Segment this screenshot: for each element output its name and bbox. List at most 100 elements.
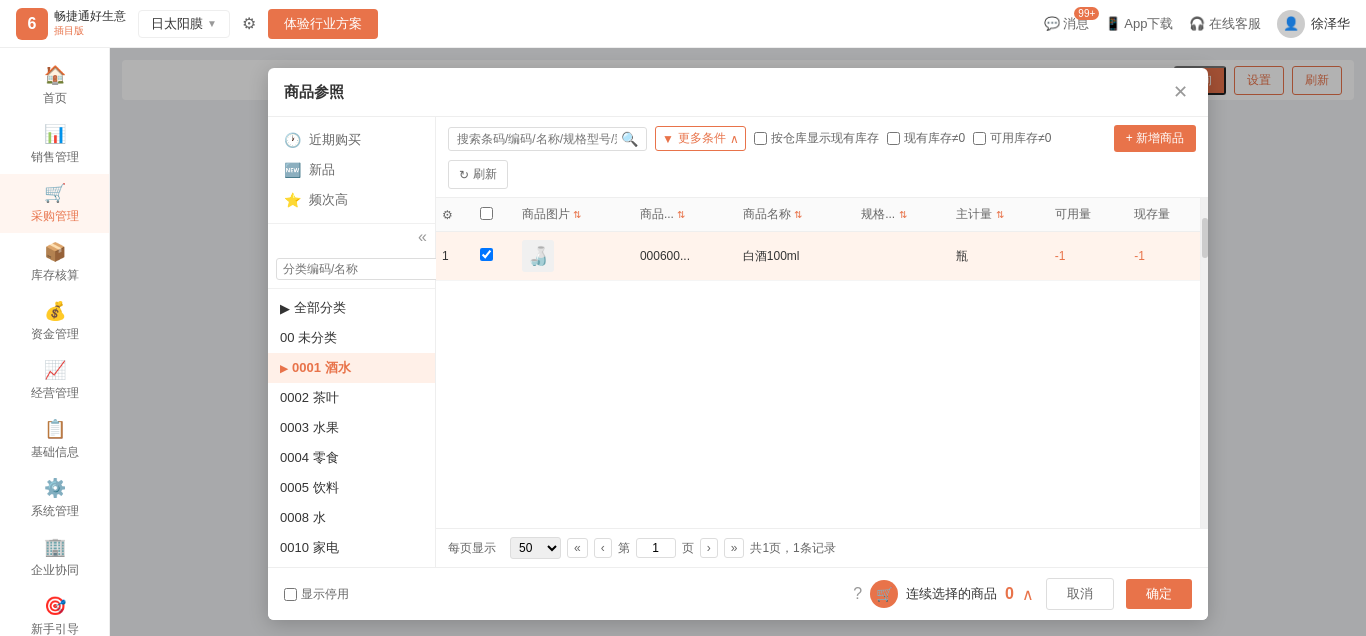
category-item-wine[interactable]: ▶ 0001 酒水	[268, 353, 435, 383]
col-spec-header: 规格... ⇅	[855, 198, 950, 232]
category-search-input[interactable]	[276, 258, 440, 280]
gear-icon[interactable]: ⚙	[242, 14, 256, 33]
cat-label-drinks: 0005 饮料	[280, 479, 339, 497]
non-zero-stock-filter[interactable]: 现有库存≠0	[887, 130, 965, 147]
sidebar-item-enterprise[interactable]: 🏢 企业协同	[0, 528, 109, 587]
prev-page-button[interactable]: ‹	[594, 538, 612, 558]
refresh-label: 刷新	[473, 166, 497, 183]
column-settings-icon[interactable]: ⚙	[442, 208, 453, 222]
user-menu[interactable]: 👤 徐泽华	[1277, 10, 1350, 38]
product-search-icon[interactable]: 🔍	[621, 131, 638, 147]
available-stock-checkbox[interactable]	[973, 132, 986, 145]
cart-collapse-icon[interactable]: ∧	[1022, 585, 1034, 604]
category-list: ▶ 全部分类 00 未分类 ▶ 0001 酒水 0002 茶	[268, 289, 435, 567]
filter-icon: ▼	[662, 132, 674, 146]
non-zero-stock-checkbox[interactable]	[887, 132, 900, 145]
warehouse-stock-filter[interactable]: 按仓库显示现有库存	[754, 130, 879, 147]
message-button[interactable]: 💬 99+ 消息	[1044, 15, 1090, 33]
collapse-panel-icon[interactable]: «	[418, 228, 427, 246]
sidebar-item-home[interactable]: 🏠 首页	[0, 56, 109, 115]
app-download-button[interactable]: 📱 App下载	[1105, 15, 1173, 33]
category-item-drinks[interactable]: 0005 饮料	[268, 473, 435, 503]
logo-sub: 插目版	[54, 24, 126, 38]
warehouse-stock-label: 按仓库显示现有库存	[771, 130, 879, 147]
new-products-button[interactable]: 🆕 新品	[276, 155, 427, 185]
logo: 6 畅捷通好生意 插目版	[16, 8, 126, 40]
category-search-box: 🔍	[268, 250, 435, 289]
last-page-button[interactable]: »	[724, 538, 745, 558]
cat-label-fruit: 0003 水果	[280, 419, 339, 437]
help-icon[interactable]: ?	[853, 585, 862, 603]
page-suffix: 页	[682, 540, 694, 557]
logo-text: 畅捷通好生意	[54, 9, 126, 25]
row-stock-cell: -1	[1128, 232, 1208, 281]
select-all-checkbox[interactable]	[480, 207, 493, 220]
refresh-button[interactable]: ↻ 刷新	[448, 160, 508, 189]
first-page-button[interactable]: «	[567, 538, 588, 558]
table-row[interactable]: 1 🍶 000600... 白酒100ml	[436, 232, 1208, 281]
show-disabled-checkbox[interactable]	[284, 588, 297, 601]
sidebar-item-operation[interactable]: 📈 经营管理	[0, 351, 109, 410]
cart-icon[interactable]: 🛒	[870, 580, 898, 608]
product-thumbnail: 🍶	[522, 240, 554, 272]
sidebar-item-system[interactable]: ⚙️ 系统管理	[0, 469, 109, 528]
cat-label-wine: 0001 酒水	[292, 359, 351, 377]
sort-spec-icon[interactable]: ⇅	[899, 209, 907, 220]
page-number-input[interactable]	[636, 538, 676, 558]
add-product-button[interactable]: + 新增商品	[1114, 125, 1196, 152]
sidebar-label-basic: 基础信息	[31, 444, 79, 461]
modal-close-button[interactable]: ✕	[1168, 80, 1192, 104]
sort-unit-icon[interactable]: ⇅	[996, 209, 1004, 220]
scroll-thumb	[1202, 218, 1208, 258]
category-item-all[interactable]: ▶ 全部分类	[268, 293, 435, 323]
sidebar-item-finance[interactable]: 💰 资金管理	[0, 292, 109, 351]
confirm-button[interactable]: 确定	[1126, 579, 1192, 609]
experience-button[interactable]: 体验行业方案	[268, 9, 378, 39]
star-icon: ⭐	[284, 192, 301, 208]
next-page-button[interactable]: ›	[700, 538, 718, 558]
row-checkbox-cell[interactable]	[474, 232, 515, 281]
available-stock-filter[interactable]: 可用库存≠0	[973, 130, 1051, 147]
sidebar-item-basic[interactable]: 📋 基础信息	[0, 410, 109, 469]
sidebar: 🏠 首页 📊 销售管理 🛒 采购管理 📦 库存核算 💰 资金管理 📈 经营管理 …	[0, 48, 110, 636]
scrollbar[interactable]	[1200, 198, 1208, 528]
sidebar-item-guide[interactable]: 🎯 新手引导	[0, 587, 109, 636]
sidebar-label-sales: 销售管理	[31, 149, 79, 166]
page-size-select[interactable]: 10 20 50 100	[510, 537, 561, 559]
col-checkbox	[474, 198, 515, 232]
show-disabled-label[interactable]: 显示停用	[284, 586, 349, 603]
nav-right: 💬 99+ 消息 📱 App下载 🎧 在线客服 👤 徐泽华	[1044, 10, 1350, 38]
sort-code-icon[interactable]: ⇅	[677, 209, 685, 220]
recent-purchase-button[interactable]: 🕐 近期购买	[276, 125, 427, 155]
cart-section: ? 🛒 连续选择的商品 0 ∧	[853, 580, 1034, 608]
page-word: 第	[618, 540, 630, 557]
headset-icon: 🎧	[1189, 16, 1205, 31]
sidebar-item-sales[interactable]: 📊 销售管理	[0, 115, 109, 174]
customer-service-button[interactable]: 🎧 在线客服	[1189, 15, 1261, 33]
modal-header: 商品参照 ✕	[268, 68, 1208, 117]
sort-image-icon[interactable]: ⇅	[573, 209, 581, 220]
new-icon: 🆕	[284, 162, 301, 178]
product-search-input[interactable]	[457, 132, 617, 146]
category-item-fruit[interactable]: 0003 水果	[268, 413, 435, 443]
modal-overlay[interactable]: 商品参照 ✕ 🕐 近期购买 🆕	[110, 48, 1366, 636]
category-item-water[interactable]: 0008 水	[268, 503, 435, 533]
warehouse-stock-checkbox[interactable]	[754, 132, 767, 145]
pagination: 每页显示 10 20 50 100 « ‹ 第 页	[436, 528, 1208, 567]
cancel-button[interactable]: 取消	[1046, 578, 1114, 610]
frequent-button[interactable]: ⭐ 频次高	[276, 185, 427, 215]
row-available-cell: -1	[1049, 232, 1129, 281]
new-label: 新品	[309, 161, 335, 179]
sort-name-icon[interactable]: ⇅	[794, 209, 802, 220]
sidebar-item-inventory[interactable]: 📦 库存核算	[0, 233, 109, 292]
row-select-checkbox[interactable]	[480, 248, 493, 261]
category-item-tea[interactable]: 0002 茶叶	[268, 383, 435, 413]
col-settings[interactable]: ⚙	[436, 198, 474, 232]
sidebar-item-purchase[interactable]: 🛒 采购管理	[0, 174, 109, 233]
category-item-snack[interactable]: 0004 零食	[268, 443, 435, 473]
more-filter-button[interactable]: ▼ 更多条件 ∧	[655, 126, 746, 151]
store-selector[interactable]: 日太阳膜 ▼	[138, 10, 230, 38]
category-item-unclassified[interactable]: 00 未分类	[268, 323, 435, 353]
category-item-appliance[interactable]: 0010 家电	[268, 533, 435, 563]
operation-icon: 📈	[44, 359, 66, 381]
